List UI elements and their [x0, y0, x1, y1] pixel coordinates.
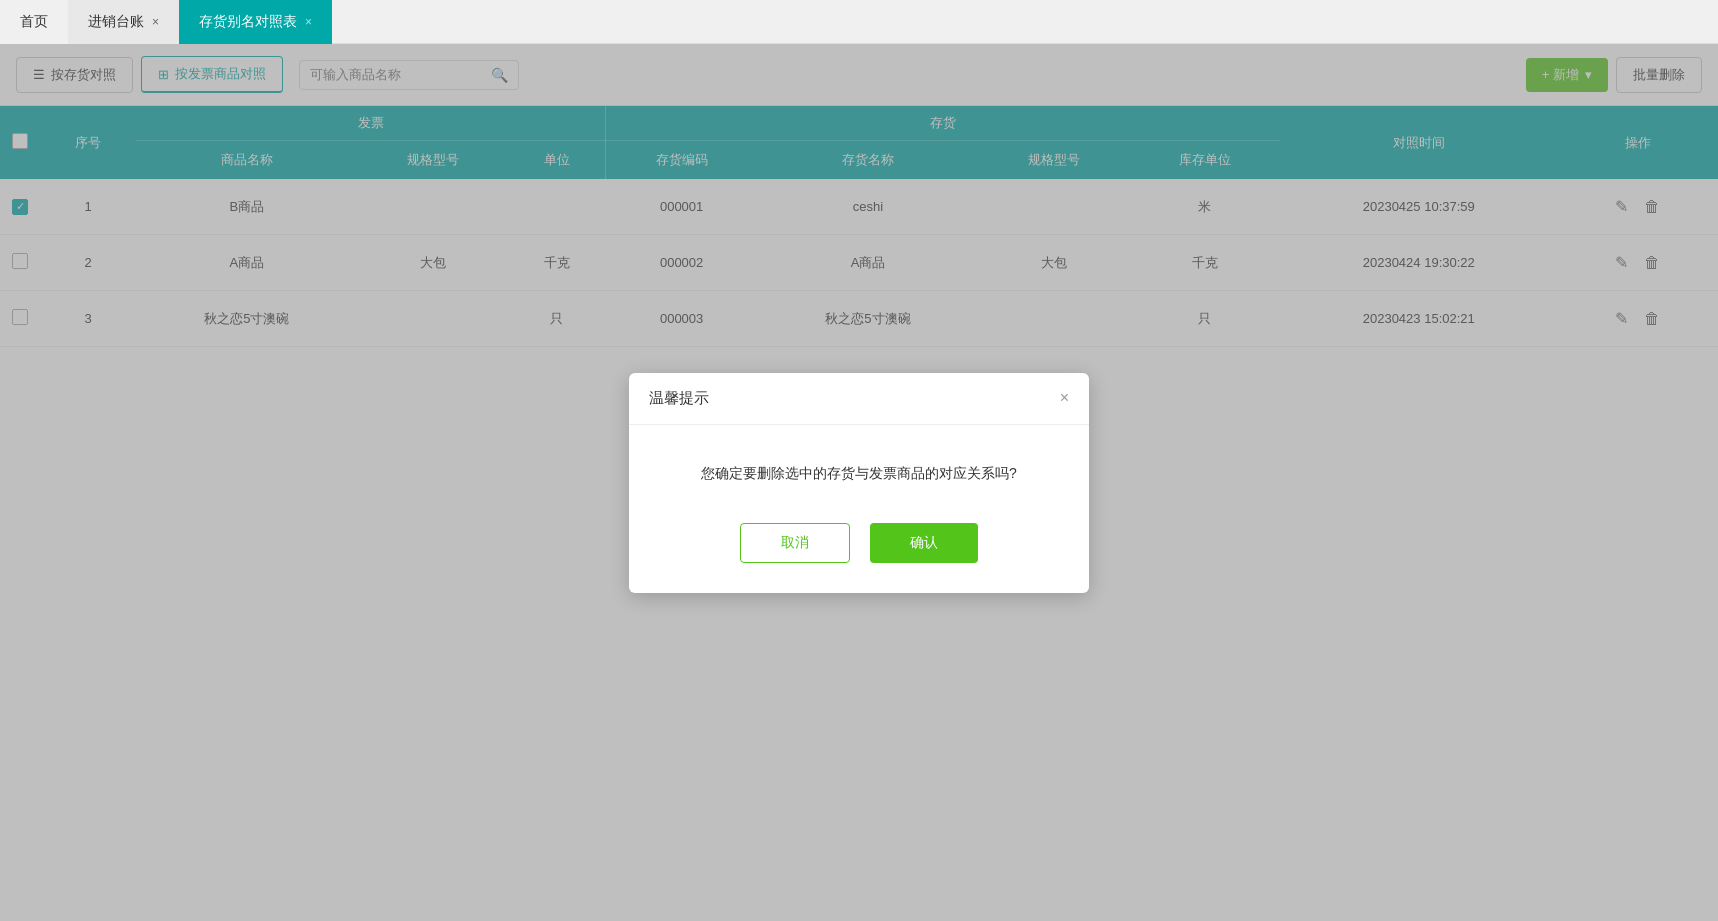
- tab-inventory-alias[interactable]: 存货别名对照表 ×: [179, 0, 332, 44]
- tab-home-label: 首页: [20, 13, 48, 31]
- main-content: ☰ 按存货对照 ⊞ 按发票商品对照 🔍 + 新增 ▾ 批量删除: [0, 44, 1718, 921]
- tab-ledger[interactable]: 进销台账 ×: [68, 0, 179, 44]
- overlay: 温馨提示 × 您确定要删除选中的存货与发票商品的对应关系吗? 取消 确认: [0, 44, 1718, 921]
- dialog-message: 您确定要删除选中的存货与发票商品的对应关系吗?: [701, 465, 1017, 481]
- dialog: 温馨提示 × 您确定要删除选中的存货与发票商品的对应关系吗? 取消 确认: [629, 373, 1089, 593]
- tab-home[interactable]: 首页: [0, 0, 68, 44]
- dialog-footer: 取消 确认: [629, 513, 1089, 593]
- tab-inventory-alias-close[interactable]: ×: [305, 15, 312, 29]
- dialog-close-button[interactable]: ×: [1060, 389, 1069, 407]
- dialog-confirm-button[interactable]: 确认: [870, 523, 978, 563]
- dialog-header: 温馨提示 ×: [629, 373, 1089, 425]
- tab-ledger-close[interactable]: ×: [152, 15, 159, 29]
- tab-inventory-alias-label: 存货别名对照表: [199, 13, 297, 31]
- dialog-body: 您确定要删除选中的存货与发票商品的对应关系吗?: [629, 425, 1089, 513]
- dialog-cancel-button[interactable]: 取消: [740, 523, 850, 563]
- tab-ledger-label: 进销台账: [88, 13, 144, 31]
- tab-bar: 首页 进销台账 × 存货别名对照表 ×: [0, 0, 1718, 44]
- dialog-title: 温馨提示: [649, 389, 709, 408]
